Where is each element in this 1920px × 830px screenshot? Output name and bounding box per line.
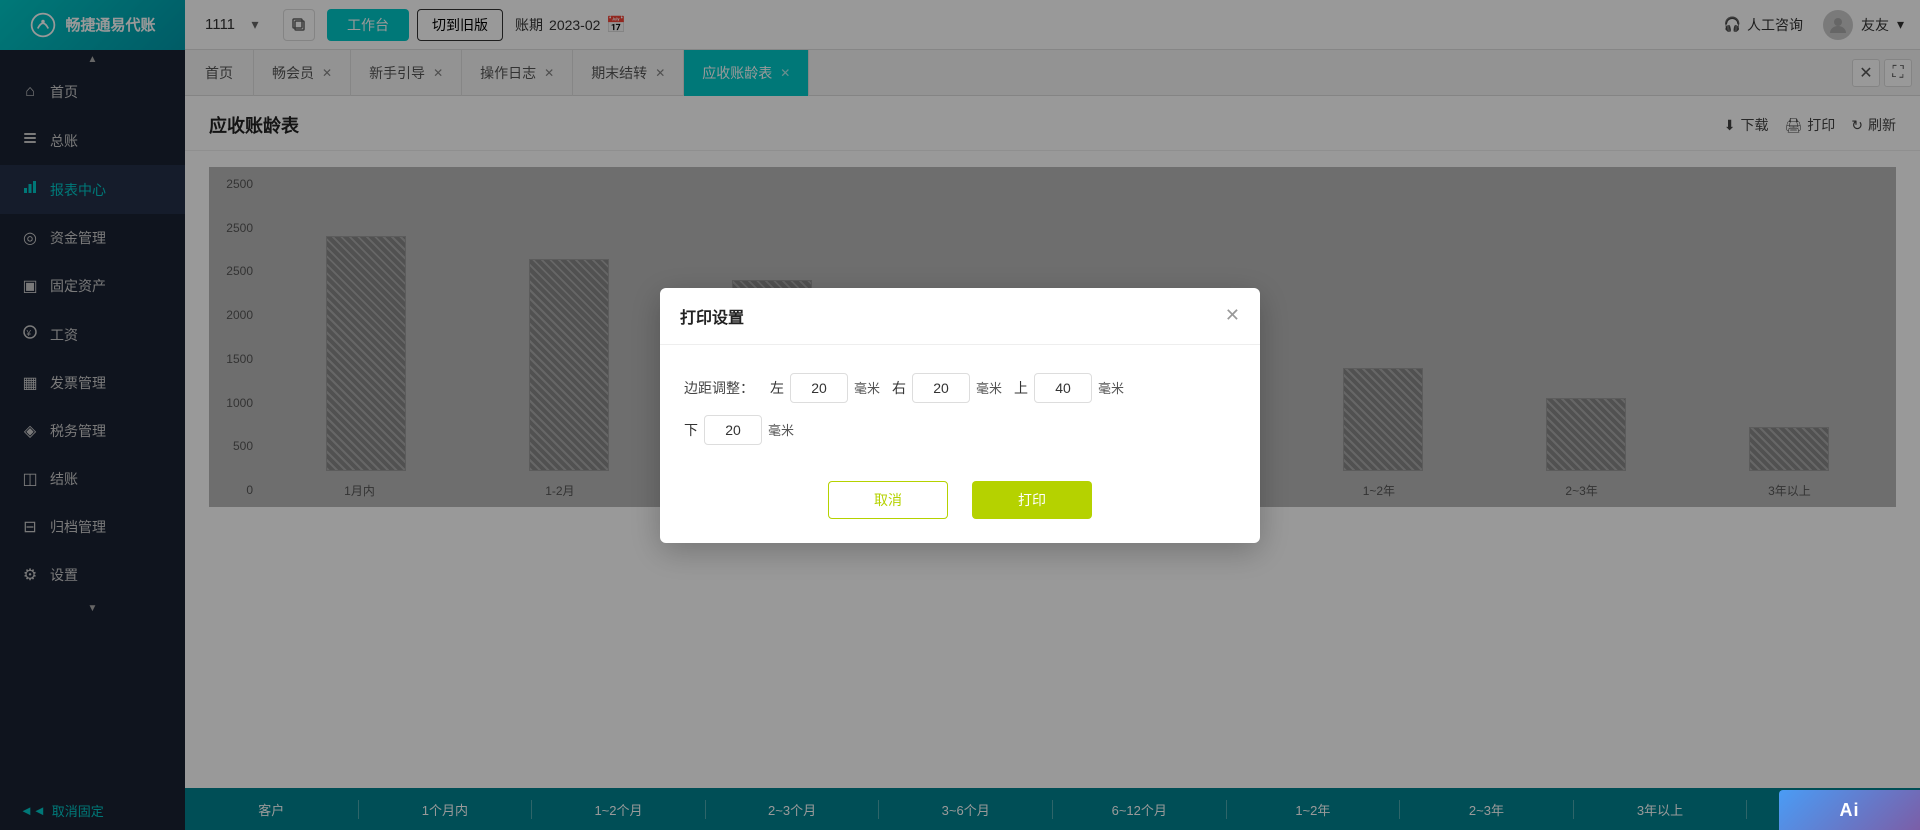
left-dir-label: 左 — [770, 378, 784, 398]
left-unit: 毫米 — [854, 378, 880, 397]
top-margin-input[interactable] — [1034, 373, 1092, 403]
left-margin-input[interactable] — [790, 373, 848, 403]
right-dir-label: 右 — [892, 378, 906, 398]
top-unit: 毫米 — [1098, 378, 1124, 397]
print-settings-modal: 打印设置 ✕ 边距调整： 左 毫米 右 毫米 上 毫米 — [660, 288, 1260, 543]
top-dir-label: 上 — [1014, 378, 1028, 398]
modal-overlay: 打印设置 ✕ 边距调整： 左 毫米 右 毫米 上 毫米 — [0, 0, 1920, 830]
bottom-margin-group: 下 毫米 — [684, 415, 794, 445]
modal-footer: 取消 打印 — [660, 465, 1260, 543]
right-margin-input[interactable] — [912, 373, 970, 403]
cancel-button[interactable]: 取消 — [828, 481, 948, 519]
top-margin-group: 上 毫米 — [1014, 373, 1124, 403]
right-unit: 毫米 — [976, 378, 1002, 397]
print-confirm-button[interactable]: 打印 — [972, 481, 1092, 519]
bottom-dir-label: 下 — [684, 420, 698, 440]
left-margin-group: 左 毫米 — [770, 373, 880, 403]
modal-title: 打印设置 — [680, 304, 744, 328]
bottom-margin-input[interactable] — [704, 415, 762, 445]
margin-adjust-label: 边距调整： — [684, 378, 754, 398]
ai-badge[interactable]: Ai — [1779, 790, 1920, 830]
modal-body: 边距调整： 左 毫米 右 毫米 上 毫米 下 — [660, 345, 1260, 465]
right-margin-group: 右 毫米 — [892, 373, 1002, 403]
bottom-unit: 毫米 — [768, 420, 794, 439]
modal-close-btn[interactable]: ✕ — [1225, 305, 1240, 326]
margin-row: 边距调整： 左 毫米 右 毫米 上 毫米 下 — [684, 373, 1236, 445]
ai-badge-label: Ai — [1840, 800, 1860, 821]
modal-header: 打印设置 ✕ — [660, 288, 1260, 345]
